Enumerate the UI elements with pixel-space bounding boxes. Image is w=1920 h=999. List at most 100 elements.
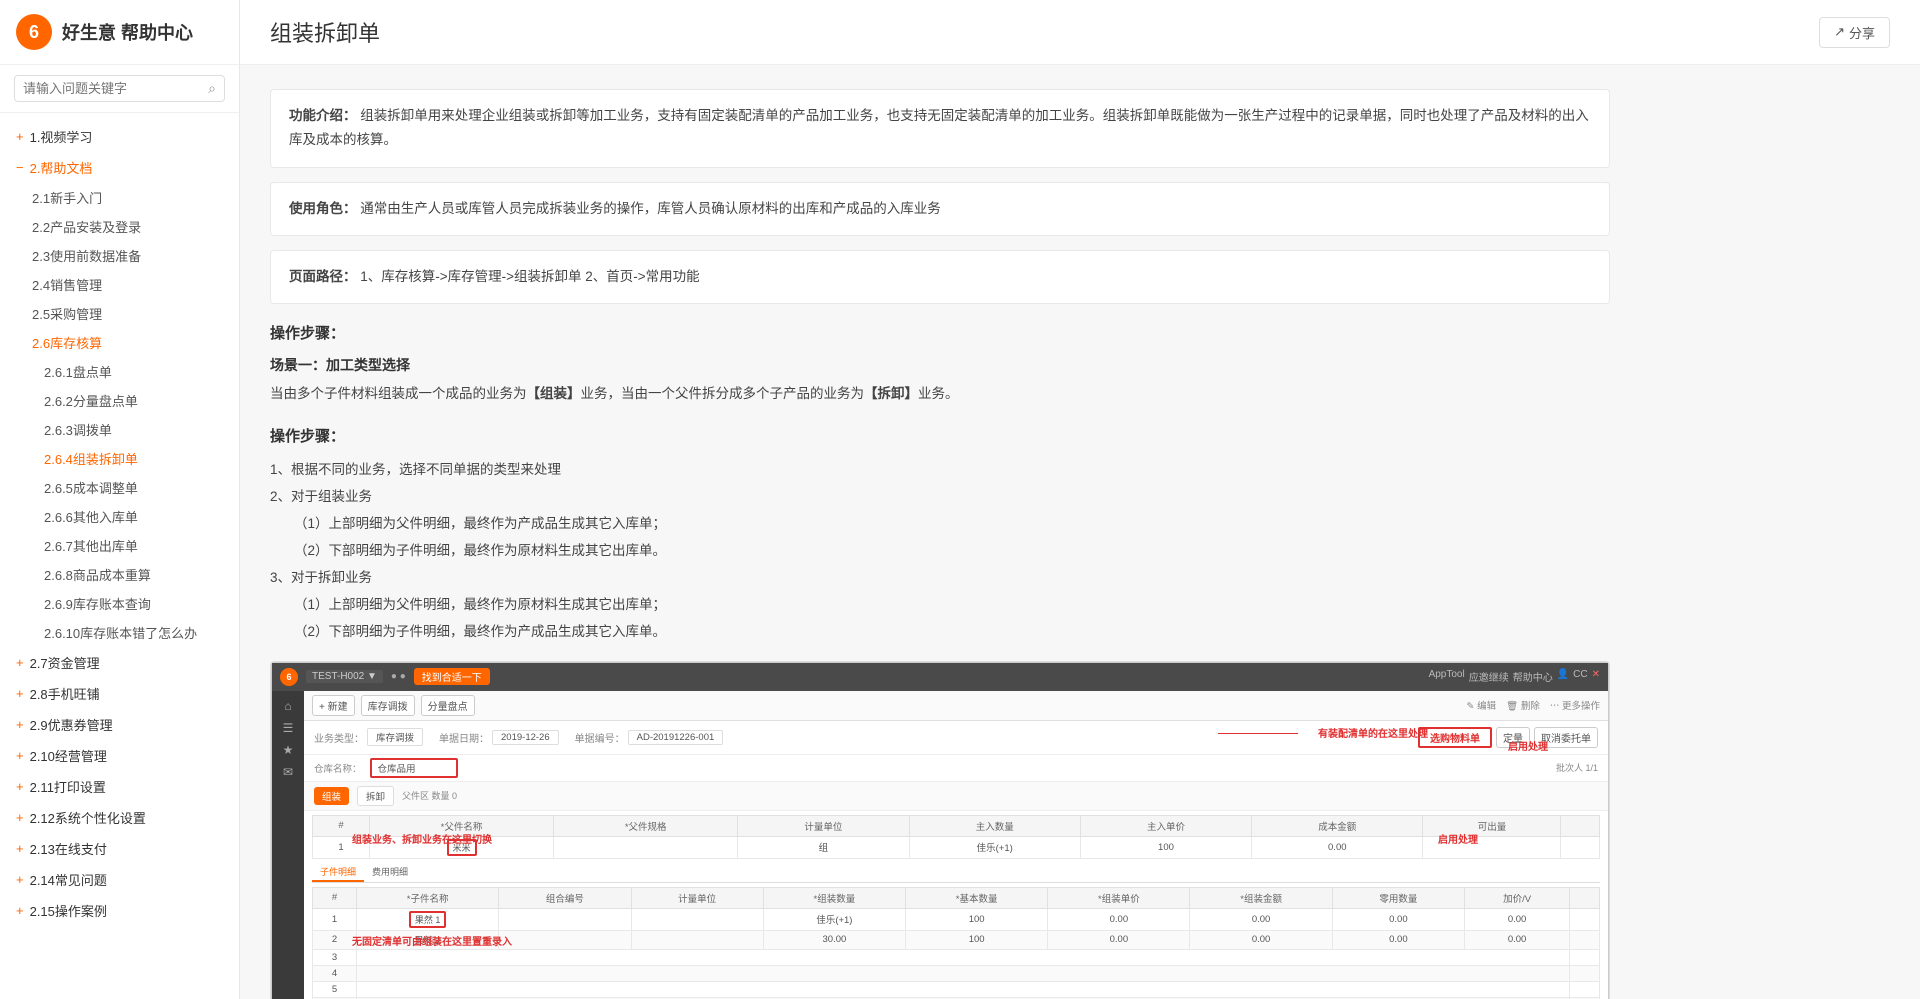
- step-2-1: （1）上部明细为父件明细，最终作为产成品生成其它入库单；: [294, 510, 1610, 537]
- expand-icon: +: [16, 903, 24, 918]
- content-area: 功能介绍： 组装拆卸单用来处理企业组装或拆卸等加工业务，支持有固定装配清单的产品…: [240, 65, 1640, 999]
- sidebar-item-cases[interactable]: + 2.15操作案例: [0, 895, 239, 926]
- sidebar-item-mobile[interactable]: + 2.8手机旺铺: [0, 678, 239, 709]
- field-label-no: 单据编号：: [575, 730, 625, 745]
- sidebar-item-personalize[interactable]: + 2.12系统个性化设置: [0, 802, 239, 833]
- parent-table: # *父件名称 *父件规格 计量单位 主入数量 主入单价 成本金额 可出量: [312, 815, 1600, 859]
- col-qty: 主入数量: [909, 815, 1080, 836]
- btn-select-bom[interactable]: 选购物料单: [1418, 727, 1492, 748]
- btn-approve[interactable]: 分量盘点: [421, 695, 475, 716]
- cell-avail: [1423, 836, 1561, 858]
- btn-edit[interactable]: ✎ 编辑: [1467, 698, 1497, 712]
- sidebar-item-operation[interactable]: + 2.10经营管理: [0, 740, 239, 771]
- search-box[interactable]: ⌕: [14, 75, 225, 102]
- table-row: 1 米米 组 佳乐(+1) 100 0.00: [313, 836, 1600, 858]
- func-intro-label: 功能介绍：: [289, 108, 357, 123]
- sidebar-item-label: 2.14常见问题: [30, 870, 107, 889]
- child-table: # *子件名称 组合编号 计量单位 *组装数量 *基本数量 *组装单价 *组装金…: [312, 887, 1600, 999]
- sidebar-item-payment[interactable]: + 2.13在线支付: [0, 833, 239, 864]
- logo-area: 6 好生意 帮助中心: [0, 0, 239, 65]
- nav-item-cost-adjust[interactable]: 2.6.5成本调整单: [0, 473, 239, 502]
- role-text: 通常由生产人员或库管人员完成拆装业务的操作，库管人员确认原材料的出库和产成品的入…: [360, 201, 941, 216]
- nav-item-install[interactable]: 2.2产品安装及登录: [0, 212, 239, 241]
- sidebar-item-label: 2.15操作案例: [30, 901, 107, 920]
- app-top-btns: AppTool 应邀继续 帮助中心 👤 CC ✕: [1429, 669, 1600, 684]
- sidebar-item-label: 2.7资金管理: [30, 653, 100, 672]
- sidebar-item-video[interactable]: + 1.视频学习: [0, 121, 239, 152]
- col-child-bom: 组合编号: [499, 887, 631, 908]
- app-form: 业务类型： 库存调拨 单据日期： 2019-12-26 单据编号： AD-201…: [304, 721, 1608, 755]
- sidebar-item-faq[interactable]: + 2.14常见问题: [0, 864, 239, 895]
- field-label-date: 单据日期：: [439, 730, 489, 745]
- help-center-icon: 帮助中心: [1513, 669, 1553, 684]
- sidebar-item-label: 2.11打印设置: [30, 777, 106, 796]
- col-price: 主入单价: [1080, 815, 1251, 836]
- app-logo-icon: 6: [280, 668, 298, 686]
- btn-more[interactable]: ⋯ 更多操作: [1550, 698, 1600, 712]
- sidebar: 6 好生意 帮助中心 ⌕ + 1.视频学习 − 2.帮助文档 2.1新手入门 2…: [0, 0, 240, 999]
- table-row: 2 果然 2 30.00 100 0.00 0.00 0.00: [313, 930, 1600, 949]
- nav-item-other-out[interactable]: 2.6.7其他出库单: [0, 531, 239, 560]
- expand-icon: +: [16, 129, 24, 144]
- help-icon: 应邀继续: [1469, 669, 1509, 684]
- step-3: 3、对于拆卸业务: [270, 564, 1610, 591]
- nav-item-sales[interactable]: 2.4销售管理: [0, 270, 239, 299]
- sidebar-item-finance[interactable]: + 2.7资金管理: [0, 647, 239, 678]
- app-selector: TEST-H002 ▼: [306, 670, 383, 683]
- col-parent-name: *父件名称: [369, 815, 553, 836]
- subtab-cost[interactable]: 费用明细: [364, 863, 416, 882]
- section-label-parent: 父件区 数量 0: [402, 789, 457, 802]
- label-warehouse: 仓库名称：: [314, 761, 362, 775]
- share-button[interactable]: ↗ 分享: [1819, 17, 1890, 48]
- sidebar-item-coupon[interactable]: + 2.9优惠券管理: [0, 709, 239, 740]
- btn-save[interactable]: 库存调拨: [361, 695, 415, 716]
- col-seq: #: [313, 815, 370, 836]
- nav-item-assembly[interactable]: 2.6.4组装拆卸单: [0, 444, 239, 473]
- nav-item-inventory[interactable]: 2.6库存核算: [0, 328, 239, 357]
- switch-assembly[interactable]: 组装: [314, 787, 349, 805]
- expand-icon: +: [16, 872, 24, 887]
- label-count: 批次人 1/1: [1556, 761, 1598, 774]
- app-toolbar: + 新建 库存调拨 分量盘点 ✎ 编辑 🗑 删除 ⋯ 更多操作: [304, 691, 1608, 721]
- btn-cancel-order[interactable]: 取消委托单: [1534, 727, 1598, 748]
- subtab-child[interactable]: 子件明细: [312, 863, 364, 882]
- step-3-1: （1）上部明细为父件明细，最终作为原材料生成其它出库单；: [294, 591, 1610, 618]
- nav-item-purchase[interactable]: 2.5采购管理: [0, 299, 239, 328]
- nav-item-split-stocktake[interactable]: 2.6.2分量盘点单: [0, 386, 239, 415]
- sidebar-item-print[interactable]: + 2.11打印设置: [0, 771, 239, 802]
- expand-icon: +: [16, 779, 24, 794]
- ops-title: 操作步骤：: [270, 322, 1610, 343]
- nav-item-stock-error[interactable]: 2.6.10库存账本错了怎么办: [0, 618, 239, 647]
- step-3-2: （2）下部明细为子件明细，最终作为产成品生成其它入库单。: [294, 618, 1610, 645]
- app-body: ⌂ ☰ ★ ✉ + 新建 库存调拨 分量盘点: [272, 691, 1608, 999]
- col-child-amt: *组装金额: [1190, 887, 1332, 908]
- expand-icon: +: [16, 717, 24, 732]
- nav-item-cost-recalc[interactable]: 2.6.8商品成本重算: [0, 560, 239, 589]
- search-icon[interactable]: ⌕: [208, 80, 216, 97]
- switch-disassembly[interactable]: 拆卸: [357, 786, 394, 806]
- btn-new-order[interactable]: + 新建: [312, 695, 355, 716]
- btn-delete[interactable]: 🗑 删除: [1506, 698, 1540, 712]
- sidebar-item-label: 1.视频学习: [30, 127, 93, 146]
- sidebar-item-label: 2.8手机旺铺: [30, 684, 100, 703]
- nav-item-data-prep[interactable]: 2.3使用前数据准备: [0, 241, 239, 270]
- field-warehouse[interactable]: 仓库品用: [370, 758, 458, 778]
- cell-unit: 组: [738, 836, 909, 858]
- nav-item-transfer[interactable]: 2.6.3调拨单: [0, 415, 239, 444]
- nav-item-other-in[interactable]: 2.6.6其他入库单: [0, 502, 239, 531]
- search-input[interactable]: [23, 81, 208, 96]
- app-mock: 6 TEST-H002 ▼ ● ● 找到合适一下 AppTool 应邀继续 帮助…: [271, 662, 1609, 999]
- col-unit: 计量单位: [738, 815, 909, 836]
- nav-item-newcomer[interactable]: 2.1新手入门: [0, 183, 239, 212]
- user-icon: 👤: [1557, 669, 1569, 684]
- sidebar-item-label: 2.9优惠券管理: [30, 715, 113, 734]
- col-child-unit: 计量单位: [631, 887, 763, 908]
- expand-icon: +: [16, 748, 24, 763]
- cell-cost: 0.00: [1252, 836, 1423, 858]
- nav-item-stocktake[interactable]: 2.6.1盘点单: [0, 357, 239, 386]
- sidebar-item-docs[interactable]: − 2.帮助文档: [0, 152, 239, 183]
- app-form-row2: 仓库名称： 仓库品用 批次人 1/1: [304, 755, 1608, 782]
- btn-confirm[interactable]: 定量: [1496, 727, 1530, 748]
- table-row: 5: [313, 981, 1600, 997]
- nav-item-stock-book[interactable]: 2.6.9库存账本查询: [0, 589, 239, 618]
